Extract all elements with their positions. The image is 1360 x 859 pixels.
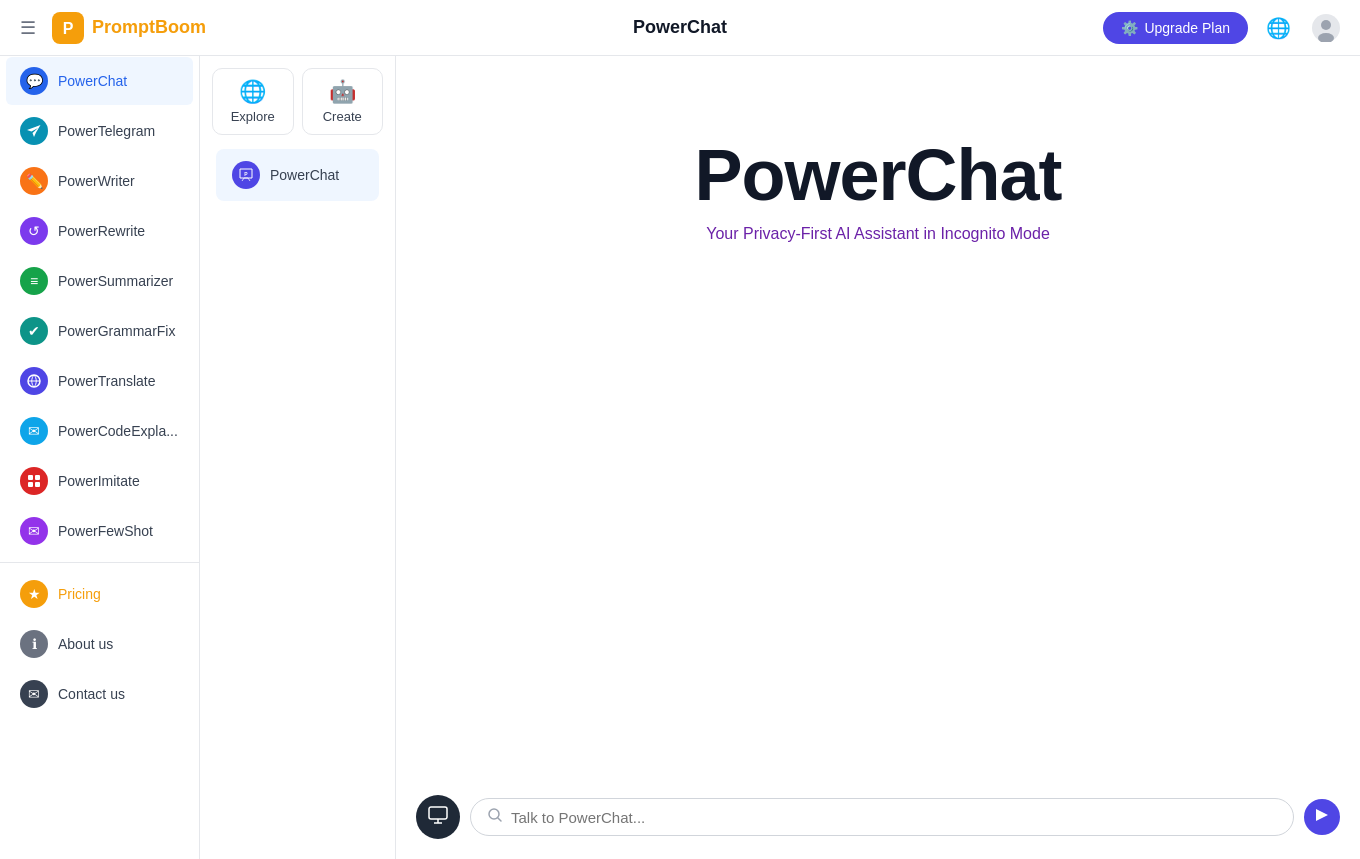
panel-powerchat-icon: P [232,161,260,189]
sidebar-item-powersummarizer[interactable]: ≡ PowerSummarizer [6,257,193,305]
sidebar-item-pricing[interactable]: ★ Pricing [6,570,193,618]
sidebar-item-powercodeexplainer[interactable]: ✉ PowerCodeExpla... [6,407,193,455]
header-title: PowerChat [633,17,727,38]
svg-text:P: P [63,20,74,37]
upgrade-plan-button[interactable]: ⚙️ Upgrade Plan [1103,12,1248,44]
main-content: PowerChat Your Privacy-First AI Assistan… [396,56,1360,859]
sidebar-item-powerwriter[interactable]: ✏️ PowerWriter [6,157,193,205]
svg-rect-7 [35,475,40,480]
powerwriter-icon: ✏️ [20,167,48,195]
app-header: ☰ P PromptBoom PowerChat ⚙️ Upgrade Plan… [0,0,1360,56]
svg-rect-9 [35,482,40,487]
explore-tab-icon: 🌐 [239,79,266,105]
powerrewrite-icon: ↺ [20,217,48,245]
header-left: ☰ P PromptBoom [16,12,206,44]
content-area: PowerChat Your Privacy-First AI Assistan… [396,56,1360,779]
page-subtitle: Your Privacy-First AI Assistant in Incog… [706,225,1050,243]
sidebar-item-powertranslate[interactable]: PowerTranslate [6,357,193,405]
search-icon [487,807,503,827]
language-button[interactable]: 🌐 [1260,10,1296,46]
svg-rect-6 [28,475,33,480]
sidebar: 💬 PowerChat PowerTelegram ✏️ PowerWriter… [0,56,200,859]
monitor-icon [428,805,448,830]
sidebar-item-powertelegram[interactable]: PowerTelegram [6,107,193,155]
sidebar-divider [0,562,199,563]
sidebar-item-powergrammarfix[interactable]: ✔ PowerGrammarFix [6,307,193,355]
chat-input-wrapper [470,798,1294,836]
svg-text:P: P [244,171,248,177]
user-icon [1312,14,1340,42]
hamburger-icon: ☰ [20,18,36,38]
chat-mode-button[interactable] [416,795,460,839]
upgrade-gear-icon: ⚙️ [1121,20,1138,36]
sidebar-item-powerchat[interactable]: 💬 PowerChat [6,57,193,105]
powerchat-icon: 💬 [20,67,48,95]
send-button[interactable] [1304,799,1340,835]
powerfewshot-icon: ✉ [20,517,48,545]
sidebar-item-contactus[interactable]: ✉ Contact us [6,670,193,718]
powertranslate-icon [20,367,48,395]
user-account-button[interactable] [1308,10,1344,46]
send-icon [1314,807,1330,827]
tab-explore[interactable]: 🌐 Explore [212,68,294,135]
powersummarizer-icon: ≡ [20,267,48,295]
powerimitate-icon [20,467,48,495]
header-right: ⚙️ Upgrade Plan 🌐 [1103,10,1344,46]
hamburger-button[interactable]: ☰ [16,13,40,43]
svg-point-3 [1321,20,1331,30]
main-layout: 💬 PowerChat PowerTelegram ✏️ PowerWriter… [0,56,1360,859]
sidebar-item-powerrewrite[interactable]: ↺ PowerRewrite [6,207,193,255]
logo-icon: P [52,12,84,44]
second-panel: 🌐 Explore 🤖 Create P PowerChat [200,56,396,859]
logo-text: PromptBoom [92,17,206,38]
sidebar-item-aboutus[interactable]: ℹ About us [6,620,193,668]
powercodeexplainer-icon: ✉ [20,417,48,445]
globe-icon: 🌐 [1266,16,1291,40]
contactus-icon: ✉ [20,680,48,708]
chat-text-input[interactable] [511,809,1277,826]
powergrammarfix-icon: ✔ [20,317,48,345]
bottom-input-bar [396,779,1360,859]
page-title: PowerChat [694,136,1061,215]
sidebar-item-powerfewshot[interactable]: ✉ PowerFewShot [6,507,193,555]
panel-item-powerchat[interactable]: P PowerChat [216,149,379,201]
svg-rect-11 [429,807,447,819]
tab-create[interactable]: 🤖 Create [302,68,384,135]
aboutus-icon: ℹ [20,630,48,658]
sidebar-item-powerimitate[interactable]: PowerImitate [6,457,193,505]
logo-area: P PromptBoom [52,12,206,44]
create-tab-icon: 🤖 [329,79,356,105]
powertelegram-icon [20,117,48,145]
panel-tabs: 🌐 Explore 🤖 Create [200,56,395,135]
pricing-icon: ★ [20,580,48,608]
svg-rect-8 [28,482,33,487]
